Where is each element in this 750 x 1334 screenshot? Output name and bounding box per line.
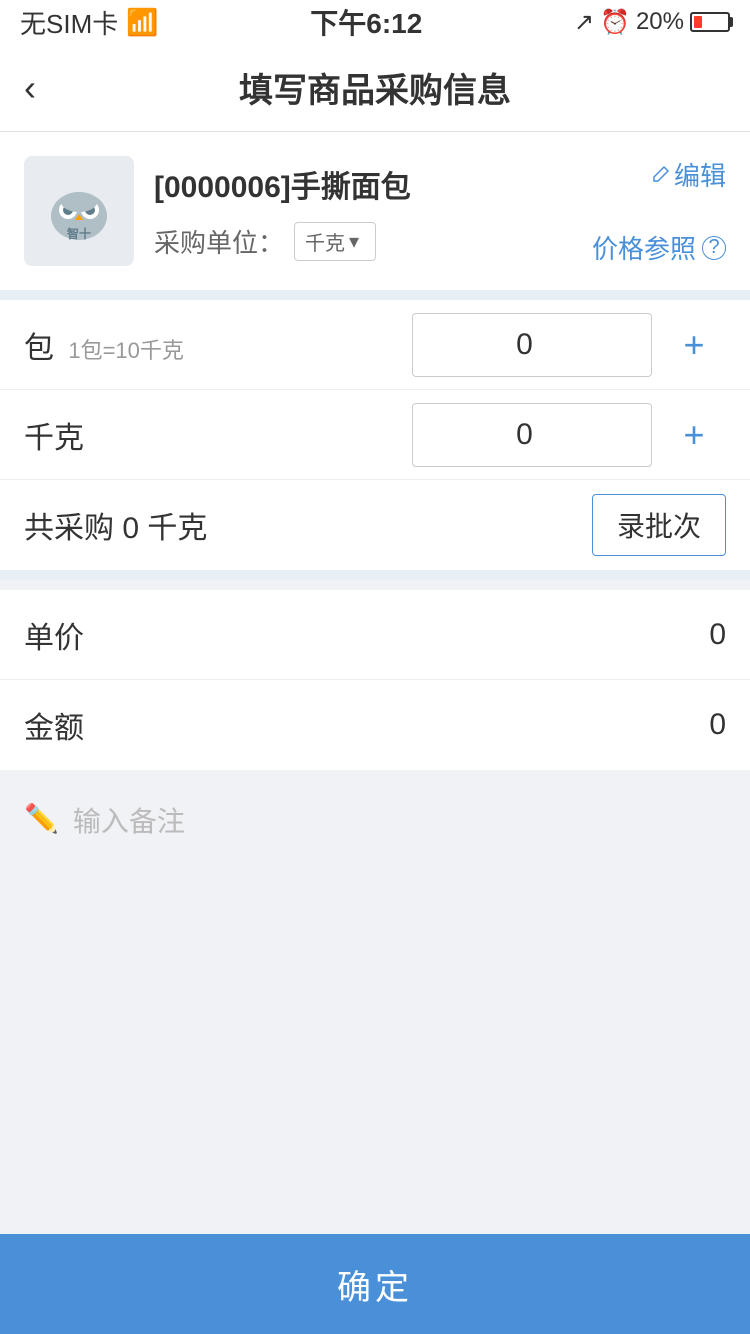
remark-section[interactable]: ✏️ 输入备注: [0, 770, 750, 890]
nav-bar: ‹ 填写商品采购信息: [0, 44, 750, 132]
product-name: [0000006]手撕面包: [154, 162, 726, 206]
kg-label: 千克: [24, 413, 144, 457]
battery-label: 20%: [636, 8, 684, 36]
bao-sub: 1包=10千克: [68, 338, 184, 363]
battery-icon: [690, 12, 730, 32]
total-label: 共采购 0 千克: [24, 503, 207, 547]
svg-text:智十: 智十: [66, 226, 91, 241]
unit-price-label: 单价: [24, 613, 84, 657]
alarm-icon: ⏰: [600, 8, 630, 37]
amount-value: 0: [709, 708, 726, 742]
unit-price-value: 0: [709, 618, 726, 652]
status-left: 无SIM卡 📶: [20, 4, 159, 41]
kg-input-wrap: +: [144, 403, 726, 467]
bao-plus-button[interactable]: +: [662, 313, 726, 377]
total-row: 共采购 0 千克 录批次: [0, 480, 750, 570]
help-icon: ?: [702, 236, 726, 260]
dropdown-icon: ▾: [349, 229, 359, 254]
price-section: 单价 0 金额 0: [0, 590, 750, 770]
kg-input[interactable]: [412, 403, 652, 467]
unit-price-row: 单价 0: [0, 590, 750, 680]
edit-button[interactable]: 编辑: [650, 156, 726, 193]
divider-2: [0, 570, 750, 580]
battery-fill: [694, 16, 702, 28]
confirm-label: 确定: [337, 1260, 413, 1309]
amount-row: 金额 0: [0, 680, 750, 770]
remark-placeholder: 输入备注: [73, 800, 185, 840]
pencil-icon: ✏️: [24, 802, 59, 835]
amount-label: 金额: [24, 703, 84, 747]
carrier-label: 无SIM卡: [20, 4, 118, 41]
bao-input-wrap: +: [184, 313, 726, 377]
price-ref-button[interactable]: 价格参照 ?: [592, 229, 726, 266]
status-right: ↗ ⏰ 20%: [574, 8, 730, 37]
bao-input[interactable]: [412, 313, 652, 377]
edit-icon: [650, 165, 670, 185]
unit-label: 采购单位：: [154, 223, 284, 260]
status-bar: 无SIM卡 📶 下午6:12 ↗ ⏰ 20%: [0, 0, 750, 44]
bottom-space: [0, 890, 750, 1190]
product-card: 智十 [0000006]手撕面包 采购单位： 千克 ▾ 编辑 价格参照 ?: [0, 132, 750, 290]
record-batch-button[interactable]: 录批次: [592, 494, 726, 556]
bao-label: 包 1包=10千克: [24, 323, 184, 367]
location-icon: ↗: [574, 8, 594, 37]
page-title: 填写商品采购信息: [239, 63, 511, 112]
kg-plus-button[interactable]: +: [662, 403, 726, 467]
unit-select[interactable]: 千克 ▾: [294, 222, 376, 261]
time-label: 下午6:12: [310, 2, 422, 42]
form-section: 包 1包=10千克 + 千克 +: [0, 300, 750, 480]
back-button[interactable]: ‹: [24, 67, 36, 109]
unit-value: 千克: [305, 227, 345, 256]
product-image: 智十: [24, 156, 134, 266]
owl-icon: 智十: [44, 176, 114, 246]
kg-row: 千克 +: [0, 390, 750, 480]
divider-1: [0, 290, 750, 300]
confirm-button[interactable]: 确定: [0, 1234, 750, 1334]
wifi-icon: 📶: [126, 7, 158, 38]
bao-row: 包 1包=10千克 +: [0, 300, 750, 390]
